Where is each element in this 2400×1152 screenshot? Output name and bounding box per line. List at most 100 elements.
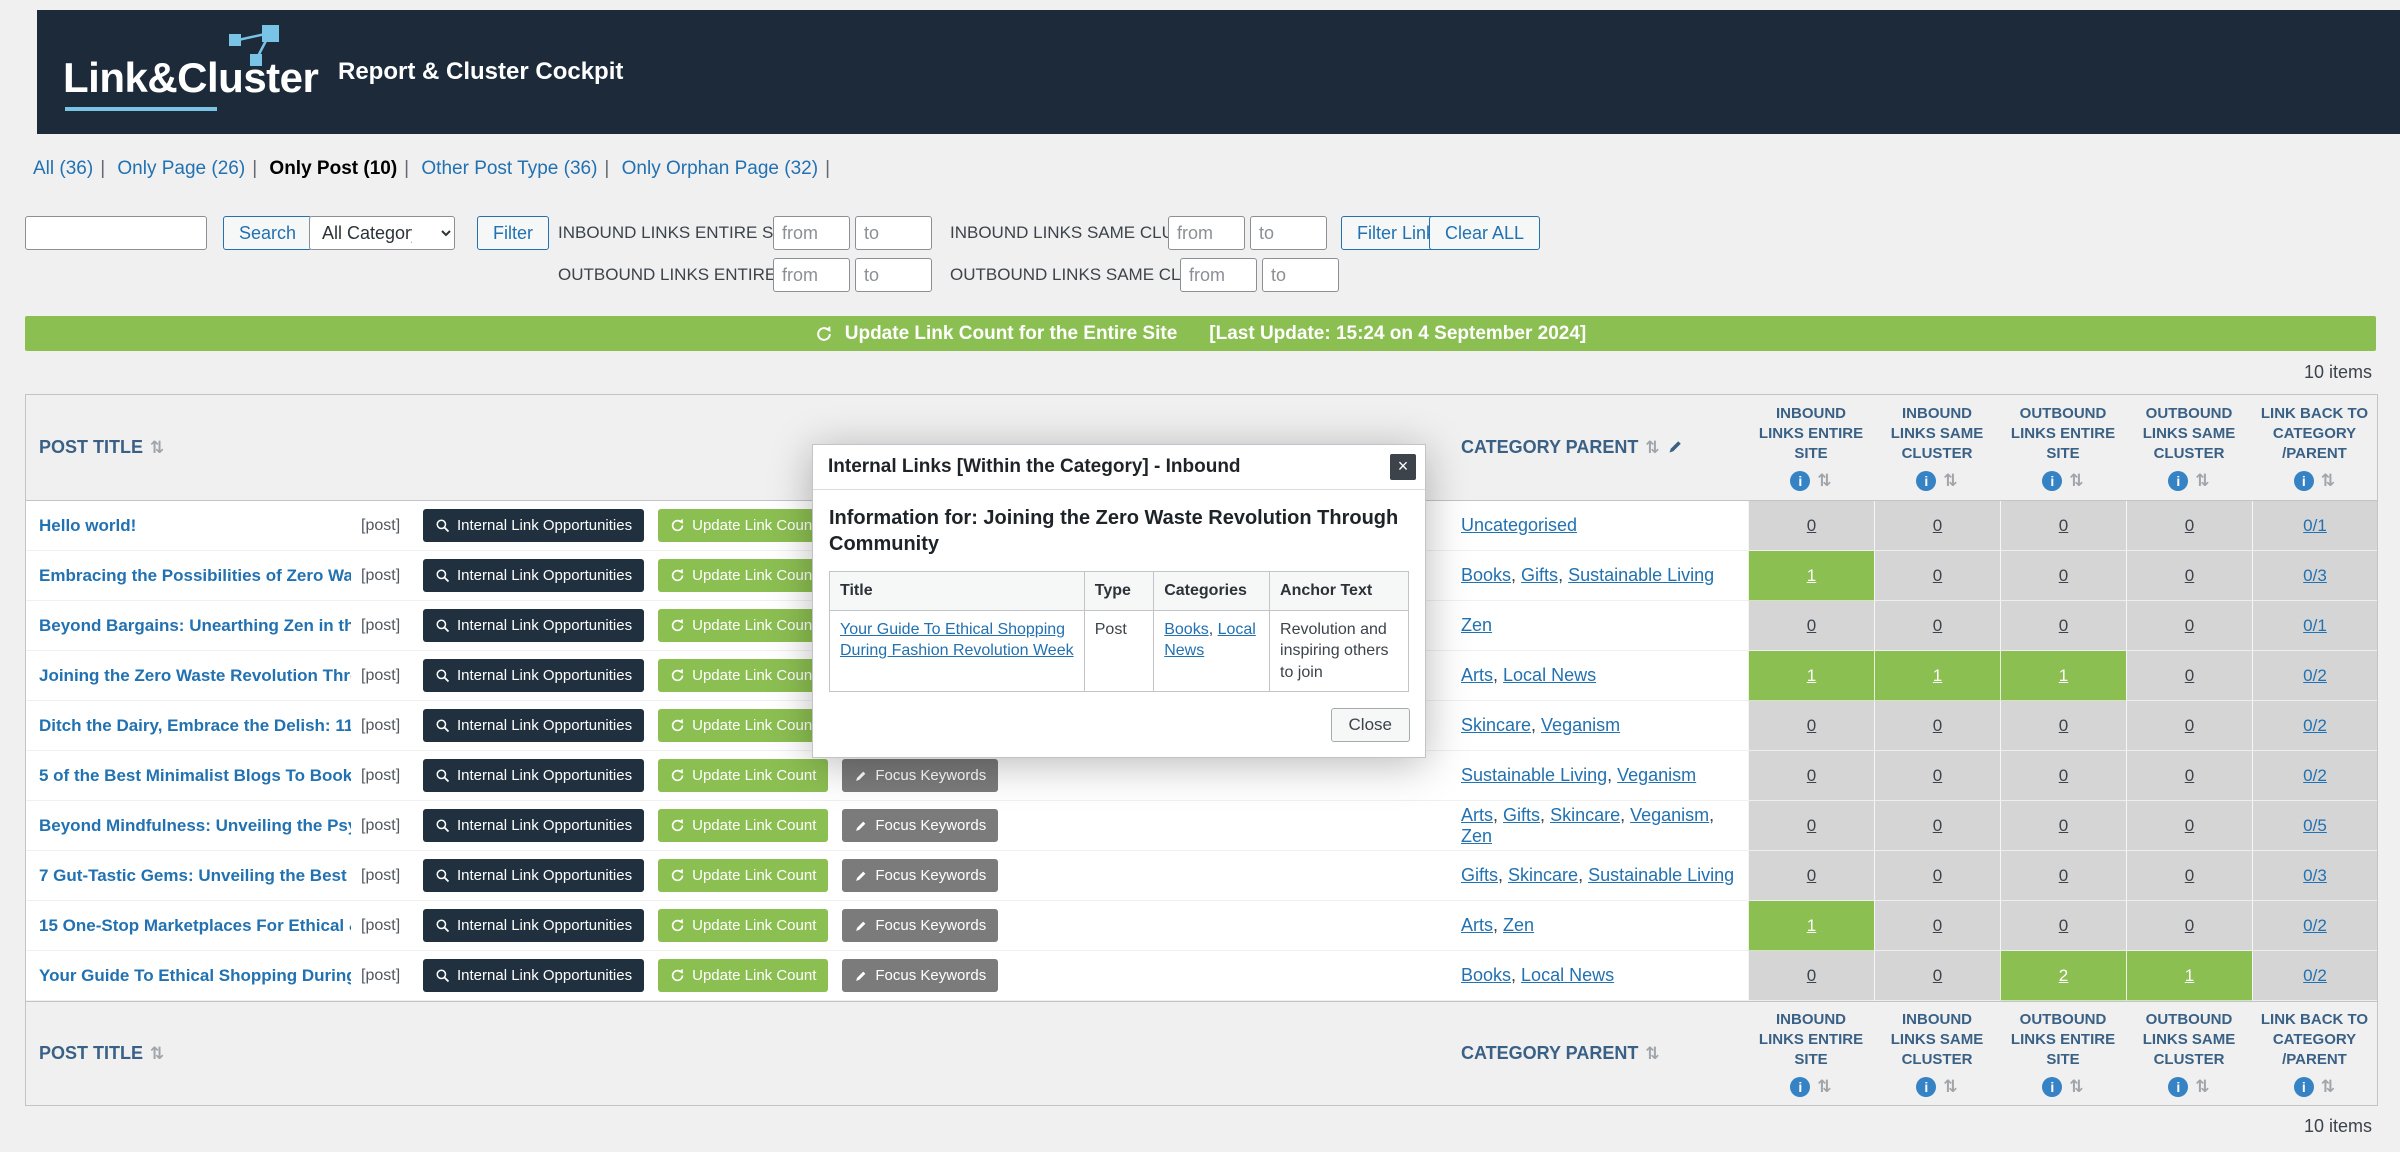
category-link[interactable]: Skincare: [1508, 865, 1578, 885]
internal-link-opportunities-button[interactable]: Internal Link Opportunities: [423, 709, 645, 742]
link-count-link[interactable]: 0: [1807, 966, 1816, 985]
info-icon[interactable]: i: [1916, 471, 1937, 492]
link-count-link[interactable]: 0: [2059, 766, 2068, 785]
category-link[interactable]: Books: [1461, 965, 1511, 985]
category-link[interactable]: Sustainable Living: [1568, 565, 1714, 585]
footer-column-header-inbound-cluster[interactable]: INBOUND LINKS SAME CLUSTER i ⇅: [1874, 1001, 2000, 1105]
link-back-link[interactable]: 0/1: [2303, 616, 2327, 635]
info-icon[interactable]: i: [2293, 471, 2314, 492]
view-filter-only-page[interactable]: Only Page (26): [117, 158, 245, 179]
outbound-entire-to-input[interactable]: [855, 258, 932, 292]
category-link[interactable]: Arts: [1461, 915, 1493, 935]
inbound-entire-to-input[interactable]: [855, 216, 932, 250]
link-count-link[interactable]: 0: [2185, 866, 2194, 885]
update-link-count-button[interactable]: Update Link Count: [658, 859, 829, 892]
link-count-link[interactable]: 1: [1807, 566, 1816, 585]
post-title-link[interactable]: Ditch the Dairy, Embrace the Delish: 11 …: [39, 716, 351, 736]
sort-icon[interactable]: ⇅: [1943, 471, 1957, 491]
sort-icon[interactable]: ⇅: [1817, 1077, 1831, 1097]
update-link-count-button[interactable]: Update Link Count: [658, 909, 829, 942]
category-link[interactable]: Skincare: [1461, 715, 1531, 735]
post-title-link[interactable]: Beyond Mindfulness: Unveiling the Psycho…: [39, 816, 351, 836]
link-count-link[interactable]: 0: [1933, 616, 1942, 635]
link-back-link[interactable]: 0/1: [2303, 516, 2327, 535]
category-link[interactable]: Local News: [1521, 965, 1614, 985]
link-count-link[interactable]: 1: [1807, 916, 1816, 935]
info-icon[interactable]: i: [2168, 1077, 2189, 1098]
link-count-link[interactable]: 0: [1933, 516, 1942, 535]
sort-icon[interactable]: ⇅: [150, 1044, 164, 1064]
link-count-link[interactable]: 0: [2185, 816, 2194, 835]
link-back-link[interactable]: 0/5: [2303, 816, 2327, 835]
close-icon[interactable]: ×: [1390, 454, 1416, 480]
focus-keywords-button[interactable]: Focus Keywords: [842, 909, 999, 942]
category-link[interactable]: Books: [1461, 565, 1511, 585]
info-icon[interactable]: i: [2042, 1077, 2063, 1098]
link-count-link[interactable]: 0: [2059, 516, 2068, 535]
view-filter-other-post-type[interactable]: Other Post Type (36): [421, 158, 597, 179]
link-count-link[interactable]: 0: [2185, 916, 2194, 935]
outbound-entire-from-input[interactable]: [773, 258, 850, 292]
update-link-count-button[interactable]: Update Link Count: [658, 809, 829, 842]
internal-link-opportunities-button[interactable]: Internal Link Opportunities: [423, 959, 645, 992]
link-count-link[interactable]: 0: [2185, 766, 2194, 785]
sort-icon[interactable]: ⇅: [2195, 471, 2209, 491]
link-count-link[interactable]: 2: [2059, 966, 2068, 985]
link-count-link[interactable]: 0: [2185, 666, 2194, 685]
search-button[interactable]: Search: [223, 216, 313, 250]
link-count-link[interactable]: 1: [1807, 666, 1816, 685]
inbound-cluster-from-input[interactable]: [1168, 216, 1245, 250]
link-count-link[interactable]: 0: [2185, 516, 2194, 535]
info-icon[interactable]: i: [2042, 471, 2063, 492]
update-link-count-banner[interactable]: Update Link Count for the Entire Site [L…: [25, 316, 2376, 351]
internal-link-opportunities-button[interactable]: Internal Link Opportunities: [423, 859, 645, 892]
update-link-count-button[interactable]: Update Link Count: [658, 709, 829, 742]
category-link[interactable]: Zen: [1461, 826, 1492, 846]
post-title-link[interactable]: Your Guide To Ethical Shopping During Fa…: [39, 966, 351, 986]
update-link-count-button[interactable]: Update Link Count: [658, 659, 829, 692]
link-count-link[interactable]: 1: [2059, 666, 2068, 685]
sort-icon[interactable]: ⇅: [150, 438, 164, 458]
link-count-link[interactable]: 0: [1933, 566, 1942, 585]
link-back-link[interactable]: 0/2: [2303, 766, 2327, 785]
post-title-link[interactable]: 7 Gut-Tastic Gems: Unveiling the Best Na…: [39, 866, 351, 886]
focus-keywords-button[interactable]: Focus Keywords: [842, 859, 999, 892]
link-count-link[interactable]: 0: [1933, 966, 1942, 985]
link-back-link[interactable]: 0/2: [2303, 966, 2327, 985]
sort-icon[interactable]: ⇅: [1645, 438, 1659, 458]
column-header-category-parent[interactable]: CATEGORY PARENT ⇅: [1449, 395, 1748, 501]
info-icon[interactable]: i: [2293, 1077, 2314, 1098]
internal-link-opportunities-button[interactable]: Internal Link Opportunities: [423, 659, 645, 692]
category-link[interactable]: Gifts: [1521, 565, 1558, 585]
view-filter-only-post[interactable]: Only Post (10): [269, 158, 397, 179]
inbound-entire-from-input[interactable]: [773, 216, 850, 250]
info-icon[interactable]: i: [1790, 471, 1811, 492]
category-link[interactable]: Uncategorised: [1461, 515, 1577, 535]
focus-keywords-button[interactable]: Focus Keywords: [842, 809, 999, 842]
view-filter-only-orphan-page[interactable]: Only Orphan Page (32): [622, 158, 818, 179]
outbound-cluster-from-input[interactable]: [1180, 258, 1257, 292]
category-link[interactable]: Zen: [1503, 915, 1534, 935]
sort-icon[interactable]: ⇅: [2195, 1077, 2209, 1097]
focus-keywords-button[interactable]: Focus Keywords: [842, 959, 999, 992]
column-header-inbound-cluster[interactable]: INBOUND LINKS SAME CLUSTER i ⇅: [1874, 395, 2000, 501]
internal-link-opportunities-button[interactable]: Internal Link Opportunities: [423, 759, 645, 792]
post-title-link[interactable]: Joining the Zero Waste Revolution Throug…: [39, 666, 351, 686]
category-link[interactable]: Local News: [1503, 665, 1596, 685]
category-link[interactable]: Sustainable Living: [1461, 765, 1607, 785]
link-back-link[interactable]: 0/2: [2303, 666, 2327, 685]
link-count-link[interactable]: 0: [1807, 516, 1816, 535]
update-link-count-button[interactable]: Update Link Count: [658, 559, 829, 592]
sort-icon[interactable]: ⇅: [1943, 1077, 1957, 1097]
link-back-link[interactable]: 0/3: [2303, 866, 2327, 885]
link-count-link[interactable]: 0: [1807, 866, 1816, 885]
sort-icon[interactable]: ⇅: [1817, 471, 1831, 491]
column-header-inbound-entire[interactable]: INBOUND LINKS ENTIRE SITE i ⇅: [1748, 395, 1874, 501]
category-link[interactable]: Arts: [1461, 805, 1493, 825]
category-link[interactable]: Veganism: [1617, 765, 1696, 785]
footer-column-header-link-back[interactable]: LINK BACK TO CATEGORY /PARENT i ⇅: [2252, 1001, 2377, 1105]
category-link[interactable]: Sustainable Living: [1588, 865, 1734, 885]
column-header-outbound-entire[interactable]: OUTBOUND LINKS ENTIRE SITE i ⇅: [2000, 395, 2126, 501]
info-icon[interactable]: i: [2168, 471, 2189, 492]
internal-link-opportunities-button[interactable]: Internal Link Opportunities: [423, 609, 645, 642]
